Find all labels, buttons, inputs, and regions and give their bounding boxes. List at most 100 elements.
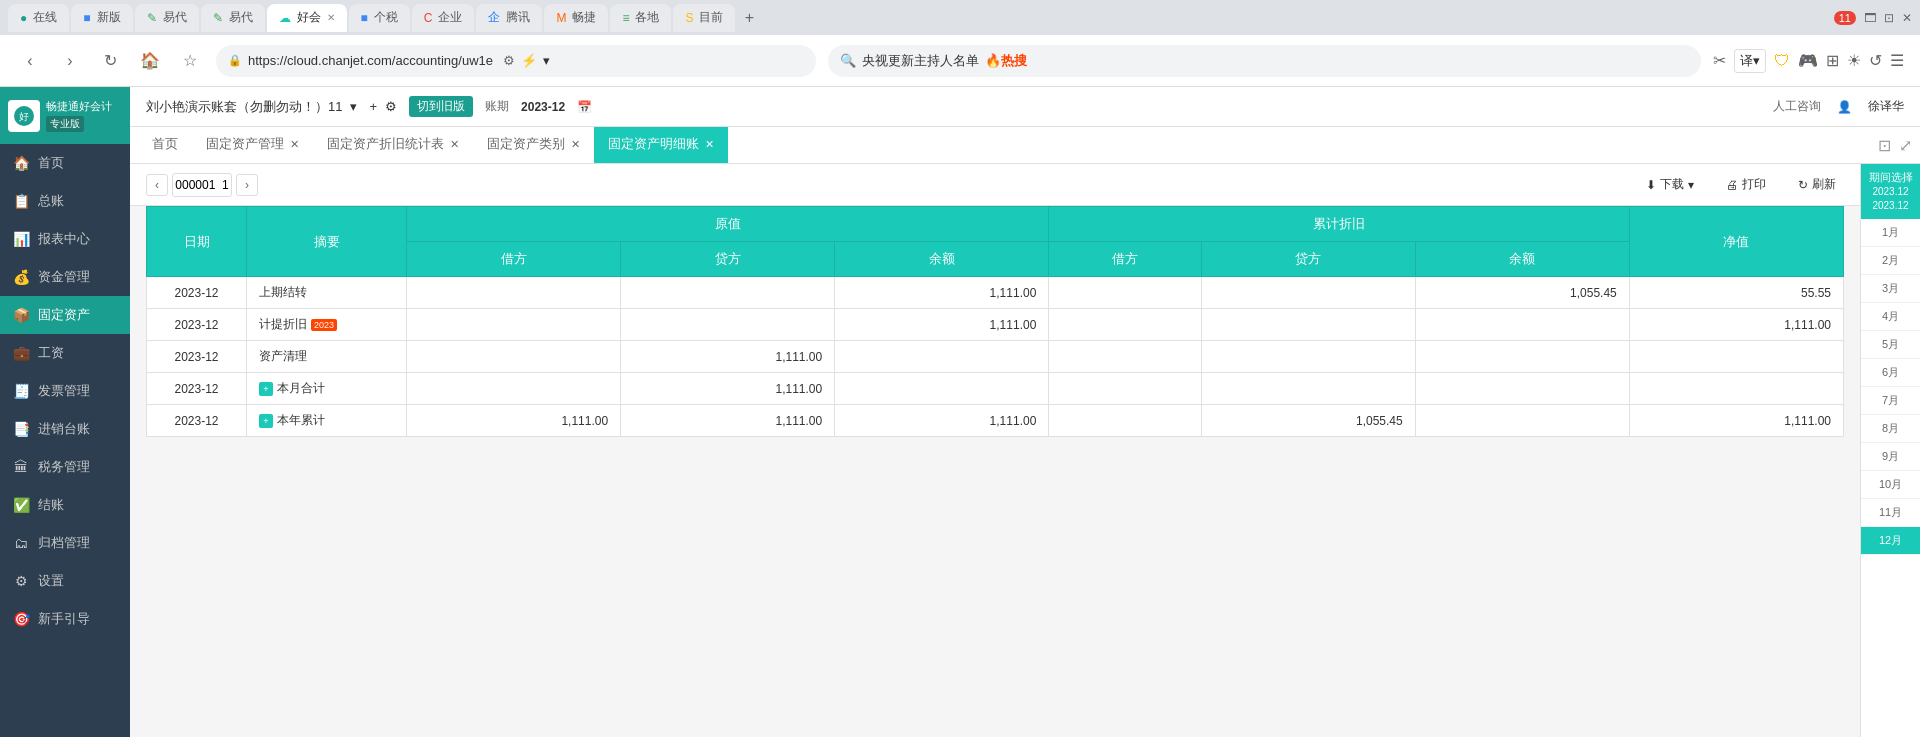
tab-asset-ledger-close[interactable]: ✕ [705, 138, 714, 151]
sidebar-item-finance[interactable]: 💰 资金管理 [0, 258, 130, 296]
fullscreen-icon[interactable]: ⤢ [1899, 136, 1912, 155]
window-control-min[interactable]: 🗖 [1864, 11, 1876, 25]
translate-icon[interactable]: 译▾ [1734, 49, 1766, 73]
new-tab-button[interactable]: + [737, 6, 761, 30]
period-6[interactable]: 6月 [1861, 359, 1920, 387]
scissors-icon[interactable]: ✂ [1713, 51, 1726, 70]
sidebar-item-invoice[interactable]: 🧾 发票管理 [0, 372, 130, 410]
tab-close-haokuai[interactable]: ✕ [327, 12, 335, 23]
menu-icon[interactable]: ☰ [1890, 51, 1904, 70]
tab-fixed-asset-mgmt[interactable]: 固定资产管理 ✕ [192, 127, 313, 163]
tab-fixed-asset-mgmt-close[interactable]: ✕ [290, 138, 299, 151]
cell-accum-debit-3 [1049, 373, 1201, 405]
sidebar-item-guide[interactable]: 🎯 新手引导 [0, 600, 130, 638]
shield-icon[interactable]: 🛡 [1774, 52, 1790, 70]
search-bar[interactable]: 🔍 央视更新主持人名单 🔥热搜 [828, 45, 1701, 77]
download-btn[interactable]: ⬇ 下载 ▾ [1638, 172, 1702, 197]
period-1[interactable]: 1月 [1861, 219, 1920, 247]
cell-net-value-0: 55.55 [1629, 277, 1843, 309]
sidebar-item-archive[interactable]: 🗂 归档管理 [0, 524, 130, 562]
period-12[interactable]: 12月 [1861, 527, 1920, 555]
sidebar-item-home[interactable]: 🏠 首页 [0, 144, 130, 182]
th-orig-debit: 借方 [407, 242, 621, 277]
cell-accum-credit-4: 1,055.45 [1201, 405, 1415, 437]
next-page-btn[interactable]: › [236, 174, 258, 196]
prev-page-btn[interactable]: ‹ [146, 174, 168, 196]
sidebar-label-home: 首页 [38, 154, 64, 172]
tab-tencent[interactable]: 企 腾讯 [476, 4, 542, 32]
tab-yidai2[interactable]: ✎ 易代 [201, 4, 265, 32]
settings-account-btn[interactable]: ⚙ [385, 99, 397, 114]
sidebar-label-archive: 归档管理 [38, 534, 90, 552]
game-icon[interactable]: 🎮 [1798, 51, 1818, 70]
period-10[interactable]: 10月 [1861, 471, 1920, 499]
customer-service-btn[interactable]: 人工咨询 [1773, 98, 1821, 115]
download-dropdown[interactable]: ▾ [1688, 178, 1694, 192]
window-control-close[interactable]: ✕ [1902, 11, 1912, 25]
window-control-max[interactable]: ⊡ [1884, 11, 1894, 25]
history-icon[interactable]: ↺ [1869, 51, 1882, 70]
add-account-btn[interactable]: + [369, 99, 377, 114]
th-date: 日期 [147, 207, 247, 277]
tab-depreciation-stats-close[interactable]: ✕ [450, 138, 459, 151]
restore-icon[interactable]: ⊡ [1878, 136, 1891, 155]
sidebar-item-sales[interactable]: 📑 进销台账 [0, 410, 130, 448]
table-row: 2023-12 +本月合计 1,111.00 [147, 373, 1844, 405]
period-4[interactable]: 4月 [1861, 303, 1920, 331]
dropdown-icon[interactable]: ▾ [543, 53, 550, 68]
tab-gedi[interactable]: ≡ 各地 [610, 4, 671, 32]
sun-icon[interactable]: ☀ [1847, 51, 1861, 70]
sidebar-item-ledger[interactable]: 📋 总账 [0, 182, 130, 220]
sidebar-item-settings[interactable]: ⚙ 设置 [0, 562, 130, 600]
tab-haokuai[interactable]: ☁ 好会 ✕ [267, 4, 347, 32]
cell-orig-credit-4: 1,111.00 [621, 405, 835, 437]
page-input[interactable] [172, 173, 232, 197]
user-avatar[interactable]: 👤 [1837, 100, 1852, 114]
switch-version-btn[interactable]: 切到旧版 [409, 96, 473, 117]
guide-icon: 🎯 [12, 611, 30, 627]
print-btn[interactable]: 🖨 打印 [1718, 172, 1774, 197]
tab-online[interactable]: ● 在线 [8, 4, 69, 32]
bookmark-button[interactable]: ☆ [176, 47, 204, 75]
tab-asset-category-close[interactable]: ✕ [571, 138, 580, 151]
tab-yidai1[interactable]: ✎ 易代 [135, 4, 199, 32]
period-9[interactable]: 9月 [1861, 443, 1920, 471]
cell-net-value-2 [1629, 341, 1843, 373]
tab-changjie[interactable]: M 畅捷 [544, 4, 608, 32]
content-area: ‹ › ⬇ 下载 ▾ 🖨 打印 [130, 164, 1920, 737]
period-8[interactable]: 8月 [1861, 415, 1920, 443]
th-accumulated-depreciation: 累计折旧 [1049, 207, 1629, 242]
sidebar-item-reports[interactable]: 📊 报表中心 [0, 220, 130, 258]
period-2[interactable]: 2月 [1861, 247, 1920, 275]
cell-orig-credit-3: 1,111.00 [621, 373, 835, 405]
tab-gesui[interactable]: ■ 个税 [349, 4, 410, 32]
dropdown-arrow[interactable]: ▾ [350, 99, 357, 114]
sidebar-item-fixed-assets[interactable]: 📦 固定资产 [0, 296, 130, 334]
tab-new[interactable]: ■ 新版 [71, 4, 132, 32]
cell-accum-balance-2 [1415, 341, 1629, 373]
tab-qiye[interactable]: C 企业 [412, 4, 475, 32]
period-7[interactable]: 7月 [1861, 387, 1920, 415]
tab-depreciation-stats[interactable]: 固定资产折旧统计表 ✕ [313, 127, 473, 163]
reload-button[interactable]: ↻ [96, 47, 124, 75]
sidebar-item-closing[interactable]: ✅ 结账 [0, 486, 130, 524]
back-button[interactable]: ‹ [16, 47, 44, 75]
tab-asset-ledger[interactable]: 固定资产明细账 ✕ [594, 127, 728, 163]
sidebar-item-tax[interactable]: 🏛 税务管理 [0, 448, 130, 486]
home-button[interactable]: 🏠 [136, 47, 164, 75]
browser-tab-bar: ● 在线 ■ 新版 ✎ 易代 ✎ 易代 ☁ 好会 ✕ ■ 个税 C 企业 企 腾… [0, 0, 1920, 35]
refresh-btn[interactable]: ↻ 刷新 [1790, 172, 1844, 197]
sidebar-item-payroll[interactable]: 💼 工资 [0, 334, 130, 372]
period-3[interactable]: 3月 [1861, 275, 1920, 303]
period-11[interactable]: 11月 [1861, 499, 1920, 527]
grid-icon[interactable]: ⊞ [1826, 51, 1839, 70]
calendar-icon[interactable]: 📅 [577, 100, 592, 114]
logo-text-container: 畅捷通好会计 专业版 [46, 99, 112, 132]
print-icon: 🖨 [1726, 178, 1738, 192]
forward-button[interactable]: › [56, 47, 84, 75]
tab-mubiao[interactable]: S 目前 [673, 4, 735, 32]
url-bar[interactable]: 🔒 https://cloud.chanjet.com/accounting/u… [216, 45, 816, 77]
period-5[interactable]: 5月 [1861, 331, 1920, 359]
tab-homepage[interactable]: 首页 [138, 127, 192, 163]
tab-asset-category[interactable]: 固定资产类别 ✕ [473, 127, 594, 163]
